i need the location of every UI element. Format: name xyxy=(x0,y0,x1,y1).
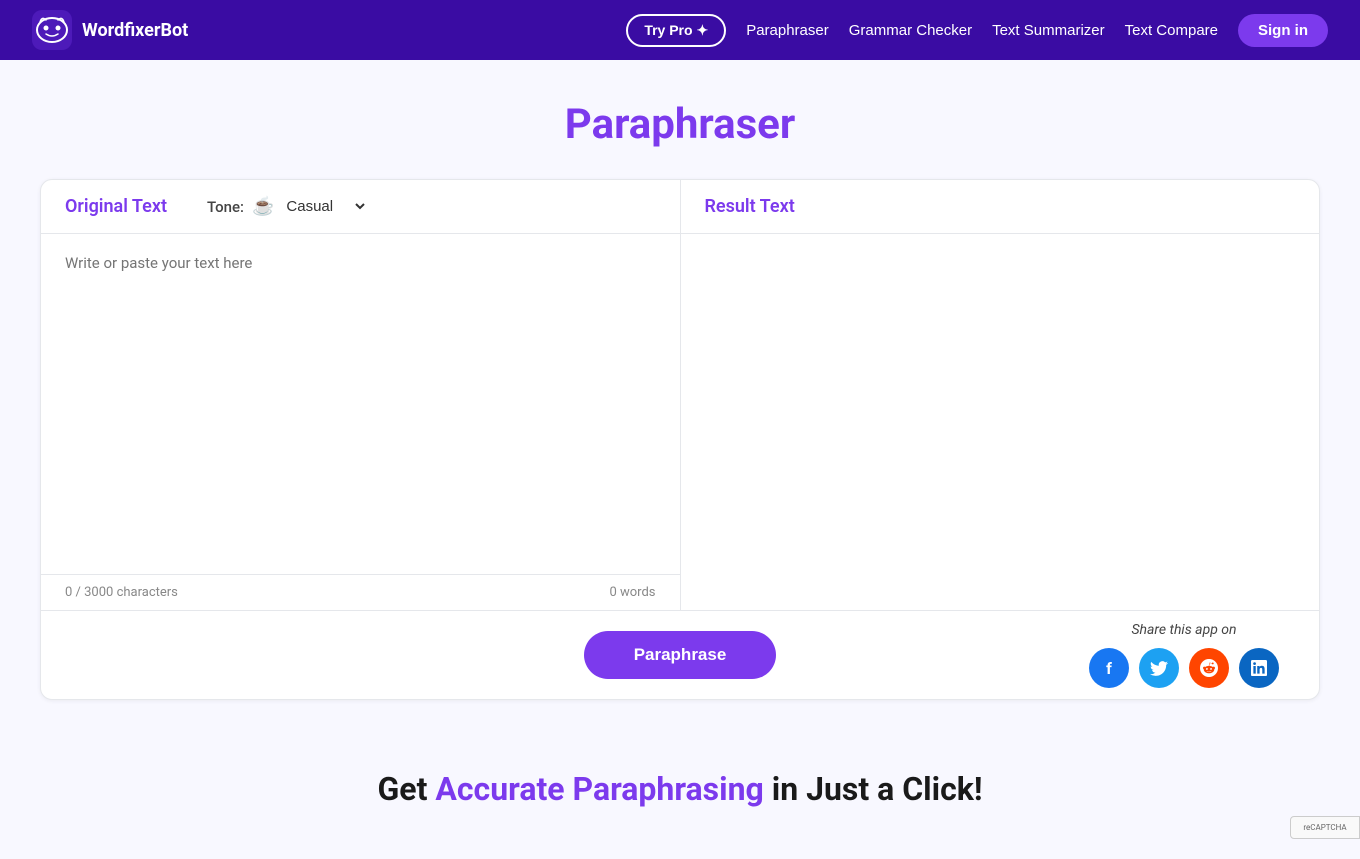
main-content: Paraphraser Original Text Tone: ☕ Casual… xyxy=(20,60,1340,720)
bottom-section: Get Accurate Paraphrasing in Just a Clic… xyxy=(0,720,1360,858)
action-bar: Paraphrase Share this app on f xyxy=(41,610,1319,699)
twitter-icon xyxy=(1150,661,1168,676)
editor-right xyxy=(681,234,1320,610)
reddit-icon xyxy=(1200,659,1218,677)
navbar: WordfixerBot Try Pro ✦ Paraphraser Gramm… xyxy=(0,0,1360,60)
nav-grammar-checker[interactable]: Grammar Checker xyxy=(849,22,972,39)
tone-label: Tone: xyxy=(207,198,244,216)
recaptcha-text: reCAPTCHA xyxy=(1303,823,1346,832)
header-left: Original Text Tone: ☕ Casual Formal Crea… xyxy=(41,180,681,233)
input-textarea[interactable] xyxy=(41,234,680,574)
card-header: Original Text Tone: ☕ Casual Formal Crea… xyxy=(41,180,1319,234)
logo-text: WordfixerBot xyxy=(82,20,188,41)
tone-section: Tone: ☕ Casual Formal Creative Simple Fl… xyxy=(207,196,368,217)
logo-icon xyxy=(32,10,72,50)
editor-footer: 0 / 3000 characters 0 words xyxy=(41,574,680,610)
header-right: Result Text xyxy=(681,180,1320,233)
linkedin-icon xyxy=(1251,660,1267,676)
char-count: 0 / 3000 characters xyxy=(65,585,178,600)
word-count: 0 words xyxy=(609,585,655,600)
nav-right: Try Pro ✦ Paraphraser Grammar Checker Te… xyxy=(626,14,1328,47)
share-label: Share this app on xyxy=(1131,622,1236,638)
nav-paraphraser[interactable]: Paraphraser xyxy=(746,22,829,39)
editor-left: 0 / 3000 characters 0 words xyxy=(41,234,681,610)
nav-text-compare[interactable]: Text Compare xyxy=(1125,22,1218,39)
tone-select[interactable]: Casual Formal Creative Simple Fluency Ac… xyxy=(282,197,368,216)
paraphrase-button[interactable]: Paraphrase xyxy=(584,631,777,679)
facebook-share-button[interactable]: f xyxy=(1089,648,1129,688)
page-title: Paraphraser xyxy=(40,100,1320,149)
share-icons: f xyxy=(1089,648,1279,688)
sign-in-button[interactable]: Sign in xyxy=(1238,14,1328,47)
logo[interactable]: WordfixerBot xyxy=(32,10,188,50)
nav-text-summarizer[interactable]: Text Summarizer xyxy=(992,22,1105,39)
share-section: Share this app on f xyxy=(1089,622,1279,688)
reddit-share-button[interactable] xyxy=(1189,648,1229,688)
bottom-text-end: in Just a Click! xyxy=(764,770,983,808)
original-text-label: Original Text xyxy=(65,196,167,217)
try-pro-button[interactable]: Try Pro ✦ xyxy=(626,14,726,47)
card-body: 0 / 3000 characters 0 words xyxy=(41,234,1319,610)
linkedin-share-button[interactable] xyxy=(1239,648,1279,688)
bottom-text-start: Get xyxy=(377,770,435,808)
recaptcha-badge: reCAPTCHA xyxy=(1290,816,1360,839)
result-text-label: Result Text xyxy=(705,196,795,217)
bottom-text-highlight: Accurate Paraphrasing xyxy=(435,770,763,808)
paraphraser-card: Original Text Tone: ☕ Casual Formal Crea… xyxy=(40,179,1320,700)
twitter-share-button[interactable] xyxy=(1139,648,1179,688)
tone-icon: ☕ xyxy=(252,196,274,217)
